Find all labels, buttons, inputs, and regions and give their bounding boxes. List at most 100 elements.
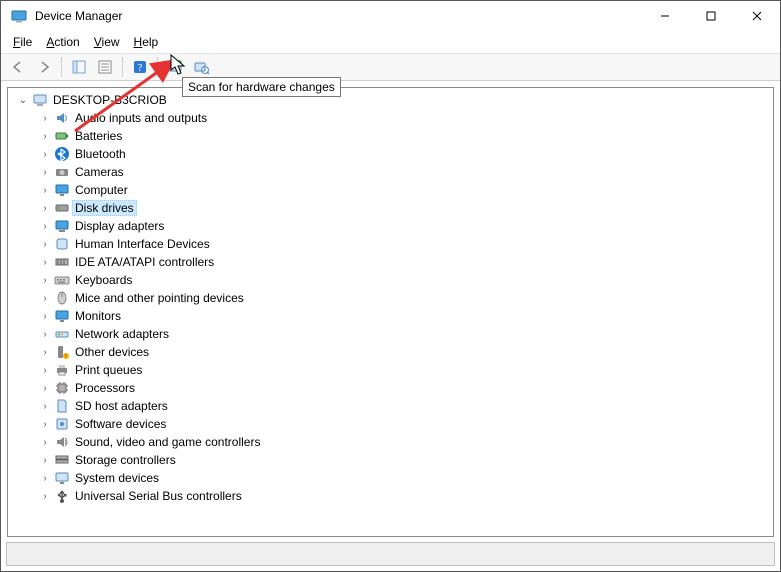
menu-view[interactable]: View	[88, 33, 126, 51]
chevron-right-icon[interactable]: ›	[38, 381, 52, 395]
device-tree[interactable]: ⌄ DESKTOP-B3CRIOB › Audio inputs and outp…	[7, 87, 774, 537]
close-button[interactable]	[734, 1, 780, 31]
tree-item[interactable]: › Keyboards	[8, 271, 773, 289]
chevron-right-icon[interactable]: ›	[38, 399, 52, 413]
tree-item-label[interactable]: Mice and other pointing devices	[72, 290, 247, 306]
tree-item-label[interactable]: Keyboards	[72, 272, 135, 288]
menu-file[interactable]: File	[7, 33, 38, 51]
tree-item-label[interactable]: System devices	[72, 470, 162, 486]
tree-item[interactable]: › Human Interface Devices	[8, 235, 773, 253]
chevron-right-icon[interactable]: ›	[38, 255, 52, 269]
chevron-right-icon[interactable]: ›	[38, 237, 52, 251]
tree-item[interactable]: › Network adapters	[8, 325, 773, 343]
scan-hardware-button[interactable]	[190, 56, 212, 78]
other-icon	[54, 344, 70, 360]
tree-item[interactable]: › Mice and other pointing devices	[8, 289, 773, 307]
tree-item-label[interactable]: Other devices	[72, 344, 152, 360]
maximize-button[interactable]	[688, 1, 734, 31]
ide-icon	[54, 254, 70, 270]
tree-item-label[interactable]: IDE ATA/ATAPI controllers	[72, 254, 217, 270]
chevron-right-icon[interactable]: ›	[38, 165, 52, 179]
tree-item[interactable]: › Disk drives	[8, 199, 773, 217]
tree-item[interactable]: › Cameras	[8, 163, 773, 181]
disk-icon	[54, 200, 70, 216]
chevron-right-icon[interactable]: ›	[38, 129, 52, 143]
help-button[interactable]: ?	[129, 56, 151, 78]
tree-item-label[interactable]: Monitors	[72, 308, 124, 324]
tree-item-label[interactable]: Software devices	[72, 416, 169, 432]
tree-item[interactable]: › Sound, video and game controllers	[8, 433, 773, 451]
menu-action[interactable]: Action	[40, 33, 85, 51]
monitor-icon	[54, 308, 70, 324]
chevron-right-icon[interactable]: ›	[38, 219, 52, 233]
chevron-right-icon[interactable]: ›	[38, 111, 52, 125]
tree-item[interactable]: › Software devices	[8, 415, 773, 433]
properties-button[interactable]	[94, 56, 116, 78]
tree-item-label[interactable]: Network adapters	[72, 326, 172, 342]
tree-item[interactable]: › Display adapters	[8, 217, 773, 235]
toolbar-separator	[157, 57, 158, 77]
tree-item-label[interactable]: SD host adapters	[72, 398, 171, 414]
tree-item-label[interactable]: Storage controllers	[72, 452, 179, 468]
tree-item-label[interactable]: Display adapters	[72, 218, 167, 234]
menu-help[interactable]: Help	[128, 33, 165, 51]
system-icon	[54, 470, 70, 486]
tree-item[interactable]: › Print queues	[8, 361, 773, 379]
chevron-right-icon[interactable]: ›	[38, 345, 52, 359]
tree-item-label[interactable]: Processors	[72, 380, 138, 396]
tree-item-label[interactable]: Computer	[72, 182, 131, 198]
back-button[interactable]	[7, 56, 29, 78]
tree-item[interactable]: › Audio inputs and outputs	[8, 109, 773, 127]
tree-item-label[interactable]: Audio inputs and outputs	[72, 110, 210, 126]
tree-item-label[interactable]: Universal Serial Bus controllers	[72, 488, 245, 504]
tree-item-label[interactable]: Batteries	[72, 128, 125, 144]
chevron-right-icon[interactable]: ›	[38, 309, 52, 323]
tree-item-label[interactable]: Print queues	[72, 362, 145, 378]
tree-item-label[interactable]: Sound, video and game controllers	[72, 434, 263, 450]
monitor-icon	[54, 182, 70, 198]
tree-root[interactable]: ⌄ DESKTOP-B3CRIOB	[8, 91, 773, 109]
tree-item[interactable]: › Monitors	[8, 307, 773, 325]
chevron-right-icon[interactable]: ›	[38, 489, 52, 503]
printer-icon	[54, 362, 70, 378]
statusbar	[6, 542, 775, 566]
tree-item-label[interactable]: Disk drives	[72, 200, 137, 216]
display-icon	[54, 218, 70, 234]
forward-button[interactable]	[33, 56, 55, 78]
tree-item[interactable]: › SD host adapters	[8, 397, 773, 415]
tree-item-label[interactable]: Human Interface Devices	[72, 236, 213, 252]
chevron-right-icon[interactable]: ›	[38, 363, 52, 377]
tree-item[interactable]: › System devices	[8, 469, 773, 487]
update-driver-button[interactable]	[164, 56, 186, 78]
showhide-button[interactable]	[68, 56, 90, 78]
computer-icon	[32, 92, 48, 108]
chevron-right-icon[interactable]: ›	[38, 435, 52, 449]
tree-item[interactable]: › Bluetooth	[8, 145, 773, 163]
tree-item[interactable]: › Batteries	[8, 127, 773, 145]
chevron-right-icon[interactable]: ›	[38, 147, 52, 161]
bluetooth-icon	[54, 146, 70, 162]
tree-item[interactable]: › Other devices	[8, 343, 773, 361]
chevron-right-icon[interactable]: ›	[38, 291, 52, 305]
tree-item[interactable]: › Storage controllers	[8, 451, 773, 469]
tree-item-label[interactable]: Cameras	[72, 164, 127, 180]
tree-item[interactable]: › Universal Serial Bus controllers	[8, 487, 773, 505]
minimize-button[interactable]	[642, 1, 688, 31]
chevron-right-icon[interactable]: ›	[38, 453, 52, 467]
tree-root-label[interactable]: DESKTOP-B3CRIOB	[50, 92, 170, 108]
software-icon	[54, 416, 70, 432]
chevron-right-icon[interactable]: ›	[38, 201, 52, 215]
battery-icon	[54, 128, 70, 144]
chevron-right-icon[interactable]: ›	[38, 327, 52, 341]
toolbar: ?	[1, 53, 780, 81]
tree-item[interactable]: › IDE ATA/ATAPI controllers	[8, 253, 773, 271]
tree-item[interactable]: › Processors	[8, 379, 773, 397]
chevron-right-icon[interactable]: ›	[38, 417, 52, 431]
app-icon	[11, 8, 27, 24]
chevron-right-icon[interactable]: ›	[38, 183, 52, 197]
chevron-right-icon[interactable]: ›	[38, 273, 52, 287]
chevron-down-icon[interactable]: ⌄	[16, 93, 30, 107]
tree-item-label[interactable]: Bluetooth	[72, 146, 129, 162]
tree-item[interactable]: › Computer	[8, 181, 773, 199]
chevron-right-icon[interactable]: ›	[38, 471, 52, 485]
